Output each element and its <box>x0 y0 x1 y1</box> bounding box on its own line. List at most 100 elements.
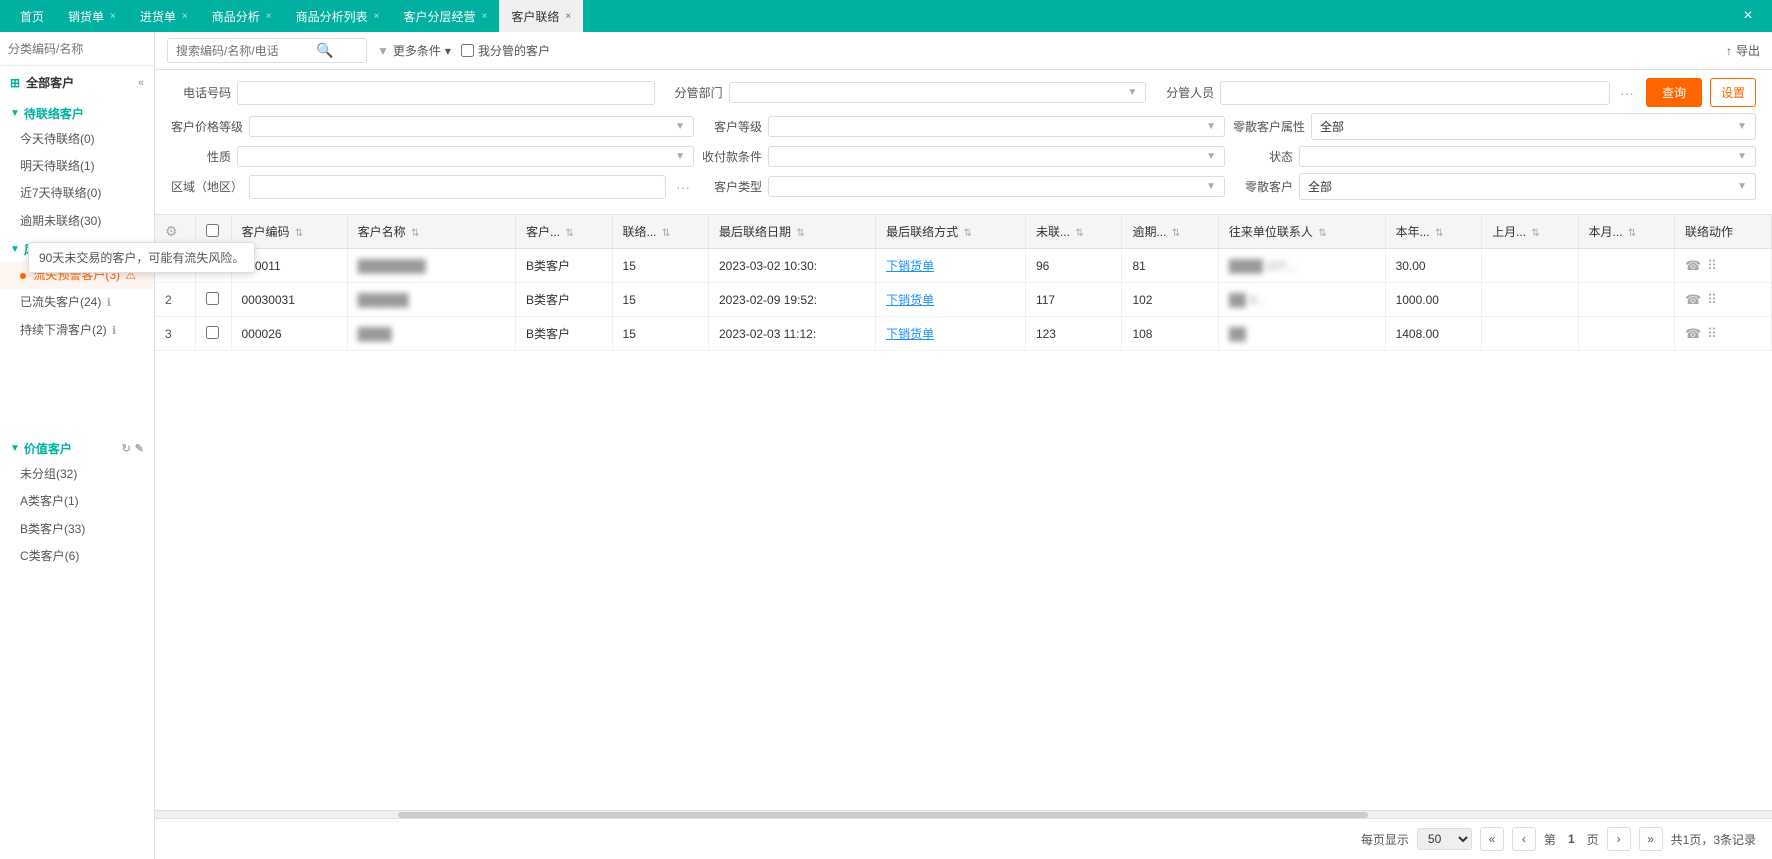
filter-nature-select[interactable]: ▼ <box>237 146 694 167</box>
sidebar-item-today[interactable]: 今天待联络(0) <box>0 126 154 153</box>
filter-payment-select[interactable]: ▼ <box>768 146 1225 167</box>
sidebar-group-value[interactable]: ▼ 价值客户 ↻ ✎ <box>0 434 154 461</box>
per-page-select[interactable]: 50 100 200 <box>1417 828 1472 850</box>
nav-customer-tier-close[interactable]: × <box>481 11 487 22</box>
filter-type-select[interactable]: ▼ <box>768 176 1225 197</box>
my-customers-checkbox[interactable] <box>461 44 474 57</box>
filter-zero-customer-label: 零散客户 <box>1233 178 1293 195</box>
last-page-button[interactable]: » <box>1639 827 1663 851</box>
main-search-input[interactable] <box>176 44 316 58</box>
filter-price-level-select[interactable]: ▼ <box>249 116 694 137</box>
sidebar-item-tomorrow[interactable]: 明天待联络(1) <box>0 153 154 180</box>
row3-way[interactable]: 下销货单 <box>876 317 1026 351</box>
next-page-button[interactable]: › <box>1607 827 1631 851</box>
sort-name-icon[interactable]: ⇅ <box>411 228 419 239</box>
data-table-container: ⚙ 客户编码 ⇅ 客户名称 ⇅ <box>155 215 1772 810</box>
sidebar-item-a-class[interactable]: A类客户(1) <box>0 488 154 515</box>
sort-unit-icon[interactable]: ⇅ <box>1318 228 1326 239</box>
filter-phone-input[interactable] <box>237 81 655 105</box>
collapse-icon[interactable]: « <box>138 77 144 89</box>
edit-icon[interactable]: ✎ <box>135 442 144 455</box>
export-button[interactable]: ↑ 导出 <box>1726 42 1760 59</box>
nav-analysis[interactable]: 商品分析 × <box>200 0 284 32</box>
sort-year-icon[interactable]: ⇅ <box>1435 228 1443 239</box>
sidebar-item-unclassified[interactable]: 未分组(32) <box>0 461 154 488</box>
sort-uncontact-icon[interactable]: ⇅ <box>1075 228 1083 239</box>
row3-more-icon[interactable]: ⠿ <box>1707 326 1717 342</box>
filter-zero-attr-select[interactable]: 全部 ▼ <box>1311 113 1756 140</box>
region-more-button[interactable]: ··· <box>672 179 694 195</box>
sort-type-icon[interactable]: ⇅ <box>565 228 573 239</box>
grid-icon: ⊞ <box>10 76 20 90</box>
filter-dept: 分管部门 ▼ <box>663 82 1147 103</box>
sidebar-all-customers[interactable]: ⊞ 全部客户 « <box>0 66 154 99</box>
sidebar-search-area: 🔍 <box>0 32 154 66</box>
filter-dept-select[interactable]: ▼ <box>729 82 1147 103</box>
row2-more-icon[interactable]: ⠿ <box>1707 292 1717 308</box>
sort-date-icon[interactable]: ⇅ <box>796 228 804 239</box>
sidebar-item-week[interactable]: 近7天待联络(0) <box>0 180 154 207</box>
sort-contact-icon[interactable]: ⇅ <box>662 228 670 239</box>
filter-person-input[interactable] <box>1220 81 1610 105</box>
horizontal-scrollbar[interactable] <box>155 810 1772 818</box>
filter-status-select[interactable]: ▼ <box>1299 146 1756 167</box>
nav-home[interactable]: 首页 <box>8 0 56 32</box>
pagination-bar: 每页显示 50 100 200 « ‹ 第 1 页 › » 共1页，3条记录 <box>155 818 1772 859</box>
row3-tmonth <box>1578 317 1674 351</box>
sidebar-item-b-class[interactable]: B类客户(33) <box>0 516 154 543</box>
my-customers-checkbox-label[interactable]: 我分管的客户 <box>461 42 550 59</box>
sort-way-icon[interactable]: ⇅ <box>964 228 972 239</box>
sidebar-group-pending[interactable]: ▼ 待联络客户 <box>0 99 154 126</box>
export-icon: ↑ <box>1726 44 1732 58</box>
nav-analysis-list[interactable]: 商品分析列表 × <box>284 0 392 32</box>
sidebar: 🔍 ⊞ 全部客户 « ▼ 待联络客户 今天待联络(0) 明天待联络(1) 近7天… <box>0 32 155 859</box>
window-close-button[interactable]: × <box>1732 0 1764 32</box>
select-all-checkbox[interactable] <box>206 224 219 237</box>
setting-button[interactable]: 设置 <box>1710 78 1756 107</box>
sort-overdue-icon[interactable]: ⇅ <box>1172 228 1180 239</box>
sidebar-item-declining[interactable]: 持续下滑客户(2) ℹ <box>0 317 154 345</box>
row2-way[interactable]: 下销货单 <box>876 283 1026 317</box>
sidebar-item-overdue-contact[interactable]: 逾期未联络(30) <box>0 208 154 235</box>
total-label: 共1页，3条记录 <box>1671 831 1756 848</box>
info-icon-churned: ℹ <box>107 297 111 309</box>
person-more-button[interactable]: ··· <box>1616 85 1638 101</box>
query-button[interactable]: 查询 <box>1646 78 1702 107</box>
row2-checkbox[interactable] <box>195 283 231 317</box>
filter-region-input[interactable] <box>249 175 666 199</box>
more-conditions-button[interactable]: ▼ 更多条件 ▾ <box>377 42 451 59</box>
nav-purchase-close[interactable]: × <box>182 11 188 22</box>
settings-icon[interactable]: ⚙ <box>165 223 178 239</box>
refresh-icon[interactable]: ↻ <box>122 442 131 455</box>
nav-customer-contact-close[interactable]: × <box>565 11 571 22</box>
row1-way[interactable]: 下销货单 <box>876 249 1026 283</box>
nav-analysis-list-close[interactable]: × <box>374 11 380 22</box>
main-search-icon[interactable]: 🔍 <box>316 42 333 59</box>
nav-sales-close[interactable]: × <box>110 11 116 22</box>
nav-purchase[interactable]: 进货单 × <box>128 0 200 32</box>
prev-page-button[interactable]: ‹ <box>1512 827 1536 851</box>
row2-contact-icon[interactable]: ☎ <box>1685 292 1701 308</box>
row1-contact-icon[interactable]: ☎ <box>1685 258 1701 274</box>
sidebar-item-c-class[interactable]: C类客户(6) <box>0 543 154 570</box>
filter-zero-customer-select[interactable]: 全部 ▼ <box>1299 173 1756 200</box>
nav-analysis-close[interactable]: × <box>266 11 272 22</box>
scrollbar-thumb[interactable] <box>398 812 1368 818</box>
row1-more-icon[interactable]: ⠿ <box>1707 258 1717 274</box>
sidebar-search-input[interactable] <box>8 42 155 56</box>
nav-sales[interactable]: 销货单 × <box>56 0 128 32</box>
nav-customer-contact[interactable]: 客户联络 × <box>499 0 583 32</box>
status-arrow: ▼ <box>1737 151 1747 162</box>
sort-tmonth-icon[interactable]: ⇅ <box>1628 228 1636 239</box>
sort-lmonth-icon[interactable]: ⇅ <box>1531 228 1539 239</box>
sidebar-item-churned[interactable]: 已流失客户(24) ℹ <box>0 289 154 317</box>
nav-customer-tier[interactable]: 客户分层经营 × <box>391 0 499 32</box>
level-arrow: ▼ <box>1206 121 1216 132</box>
price-level-arrow: ▼ <box>675 121 685 132</box>
row3-checkbox[interactable] <box>195 317 231 351</box>
first-page-button[interactable]: « <box>1480 827 1504 851</box>
table-row: 2 00030031 ██████ B类客户 15 2023-02-09 19:… <box>155 283 1772 317</box>
filter-level-select[interactable]: ▼ <box>768 116 1225 137</box>
row3-contact-icon[interactable]: ☎ <box>1685 326 1701 342</box>
sort-code-icon[interactable]: ⇅ <box>295 228 303 239</box>
